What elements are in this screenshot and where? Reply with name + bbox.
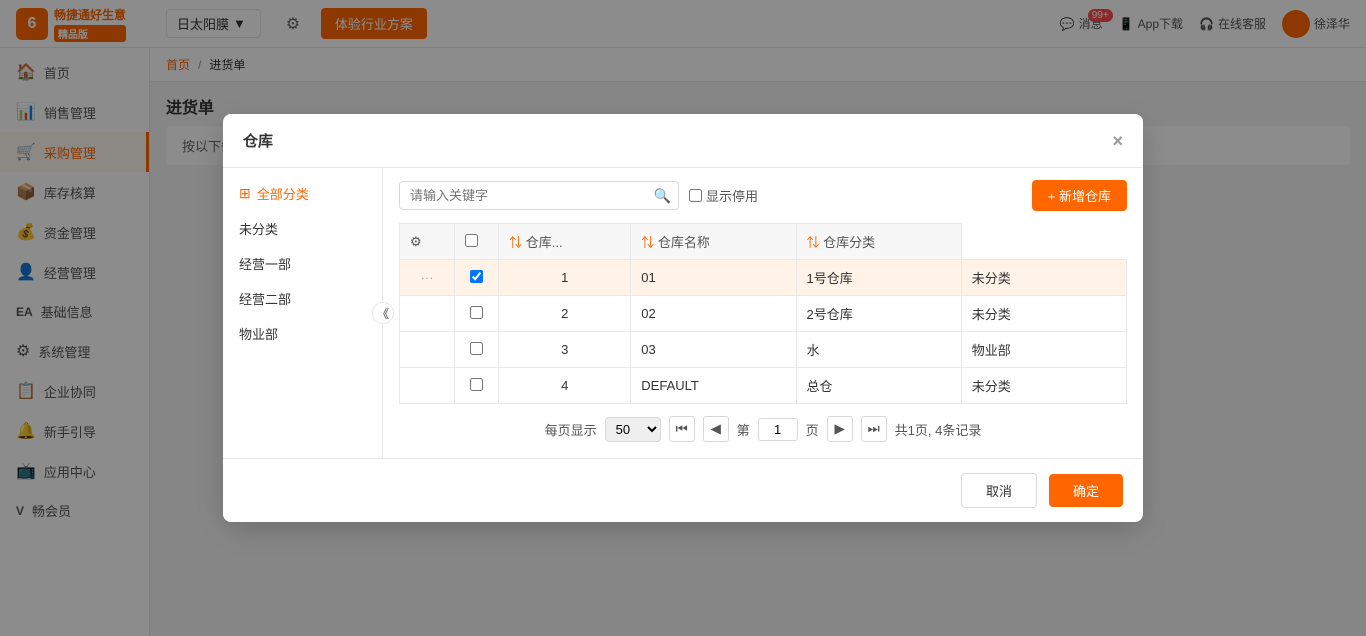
- select-all-checkbox[interactable]: [465, 234, 478, 247]
- row-checkbox[interactable]: [470, 378, 483, 391]
- category-unclassified[interactable]: 未分类: [223, 211, 382, 246]
- table-row[interactable]: 2 02 2号仓库 未分类: [400, 296, 1127, 332]
- row-num-cell: 2: [499, 296, 631, 332]
- page-prev-button[interactable]: ◀: [703, 416, 729, 442]
- category-ops2-label: 经营二部: [239, 289, 291, 308]
- category-toggle-button[interactable]: 《: [372, 302, 394, 324]
- category-all[interactable]: ⊞ 全部分类: [223, 176, 382, 211]
- row-check-cell: [455, 368, 499, 404]
- search-icon[interactable]: 🔍: [654, 187, 671, 204]
- sort-icon-name: ⇅: [641, 235, 654, 250]
- confirm-button[interactable]: 确定: [1049, 474, 1123, 507]
- row-name-cell: 总仓: [796, 368, 961, 404]
- row-code-cell: 03: [631, 332, 796, 368]
- table-toolbar: 🔍 显示停用 + 新增仓库: [399, 180, 1127, 211]
- page-next-button[interactable]: ▶: [827, 416, 853, 442]
- category-property-label: 物业部: [239, 324, 278, 343]
- show-disabled-checkbox[interactable]: [689, 189, 702, 202]
- row-category-cell: 未分类: [961, 368, 1126, 404]
- row-check-cell: [455, 332, 499, 368]
- settings-col-icon: ⚙: [410, 234, 422, 249]
- row-checkbox[interactable]: [470, 306, 483, 319]
- row-num-cell: 4: [499, 368, 631, 404]
- row-code-cell: DEFAULT: [631, 368, 796, 404]
- page-label: 第: [737, 420, 750, 439]
- table-row[interactable]: 4 DEFAULT 总仓 未分类: [400, 368, 1127, 404]
- category-all-label: 全部分类: [257, 184, 309, 203]
- cancel-button[interactable]: 取消: [961, 473, 1037, 508]
- row-action-cell: ···: [400, 260, 455, 296]
- add-warehouse-button[interactable]: + 新增仓库: [1032, 180, 1127, 211]
- category-ops1[interactable]: 经营一部: [223, 246, 382, 281]
- row-code-cell: 02: [631, 296, 796, 332]
- row-action-cell: [400, 368, 455, 404]
- col-header-name[interactable]: ⇅ 仓库名称: [631, 224, 796, 260]
- row-num-cell: 3: [499, 332, 631, 368]
- modal-overlay: 仓库 × ⊞ 全部分类 未分类 经营一部 经营二部: [0, 0, 1366, 636]
- category-ops1-label: 经营一部: [239, 254, 291, 273]
- sort-icon-category: ⇅: [807, 235, 820, 250]
- row-name-cell: 水: [796, 332, 961, 368]
- category-property[interactable]: 物业部: [223, 316, 382, 351]
- row-name-cell: 2号仓库: [796, 296, 961, 332]
- row-name-cell: 1号仓库: [796, 260, 961, 296]
- row-action-cell: [400, 332, 455, 368]
- table-row[interactable]: ··· 1 01 1号仓库 未分类: [400, 260, 1127, 296]
- page-last-button[interactable]: ⏭: [861, 416, 887, 442]
- row-checkbox[interactable]: [470, 342, 483, 355]
- category-unclassified-label: 未分类: [239, 219, 278, 238]
- total-info: 共1页, 4条记录: [895, 420, 982, 439]
- col-header-code[interactable]: ⇅ 仓库...: [499, 224, 631, 260]
- modal-close-button[interactable]: ×: [1112, 132, 1123, 150]
- row-checkbox[interactable]: [470, 270, 483, 283]
- modal-title: 仓库: [243, 130, 273, 151]
- row-check-cell: [455, 296, 499, 332]
- page-number-input[interactable]: [758, 418, 798, 441]
- row-more-icon[interactable]: ···: [421, 270, 434, 285]
- page-first-button[interactable]: ⏮: [669, 416, 695, 442]
- search-input[interactable]: [399, 181, 679, 210]
- row-category-cell: 未分类: [961, 260, 1126, 296]
- pagination: 每页显示 50 10 20 100 ⏮ ◀ 第 页 ▶ ⏭ 共1页, 4条记录: [399, 404, 1127, 446]
- category-ops2[interactable]: 经营二部: [223, 281, 382, 316]
- modal-header: 仓库 ×: [223, 114, 1143, 168]
- sort-icon-code: ⇅: [509, 235, 522, 250]
- row-category-cell: 未分类: [961, 296, 1126, 332]
- warehouse-table: ⚙ ⇅ 仓库... ⇅ 仓库名称: [399, 223, 1127, 404]
- grid-icon: ⊞: [239, 185, 251, 202]
- page-size-label: 每页显示: [545, 420, 597, 439]
- search-wrap: 🔍: [399, 181, 679, 210]
- row-action-cell: [400, 296, 455, 332]
- col-header-category[interactable]: ⇅ 仓库分类: [796, 224, 961, 260]
- col-header-settings: ⚙: [400, 224, 455, 260]
- category-panel: ⊞ 全部分类 未分类 经营一部 经营二部 物业部 《: [223, 168, 383, 458]
- row-num-cell: 1: [499, 260, 631, 296]
- table-row[interactable]: 3 03 水 物业部: [400, 332, 1127, 368]
- show-disabled-label[interactable]: 显示停用: [689, 186, 758, 205]
- show-disabled-text: 显示停用: [706, 186, 758, 205]
- row-code-cell: 01: [631, 260, 796, 296]
- table-panel: 🔍 显示停用 + 新增仓库 ⚙: [383, 168, 1143, 458]
- page-size-select[interactable]: 50 10 20 100: [605, 417, 661, 442]
- modal-body: ⊞ 全部分类 未分类 经营一部 经营二部 物业部 《: [223, 168, 1143, 458]
- warehouse-modal: 仓库 × ⊞ 全部分类 未分类 经营一部 经营二部: [223, 114, 1143, 522]
- modal-footer: 取消 确定: [223, 458, 1143, 522]
- page-unit: 页: [806, 420, 819, 439]
- col-header-check: [455, 224, 499, 260]
- row-category-cell: 物业部: [961, 332, 1126, 368]
- row-check-cell: [455, 260, 499, 296]
